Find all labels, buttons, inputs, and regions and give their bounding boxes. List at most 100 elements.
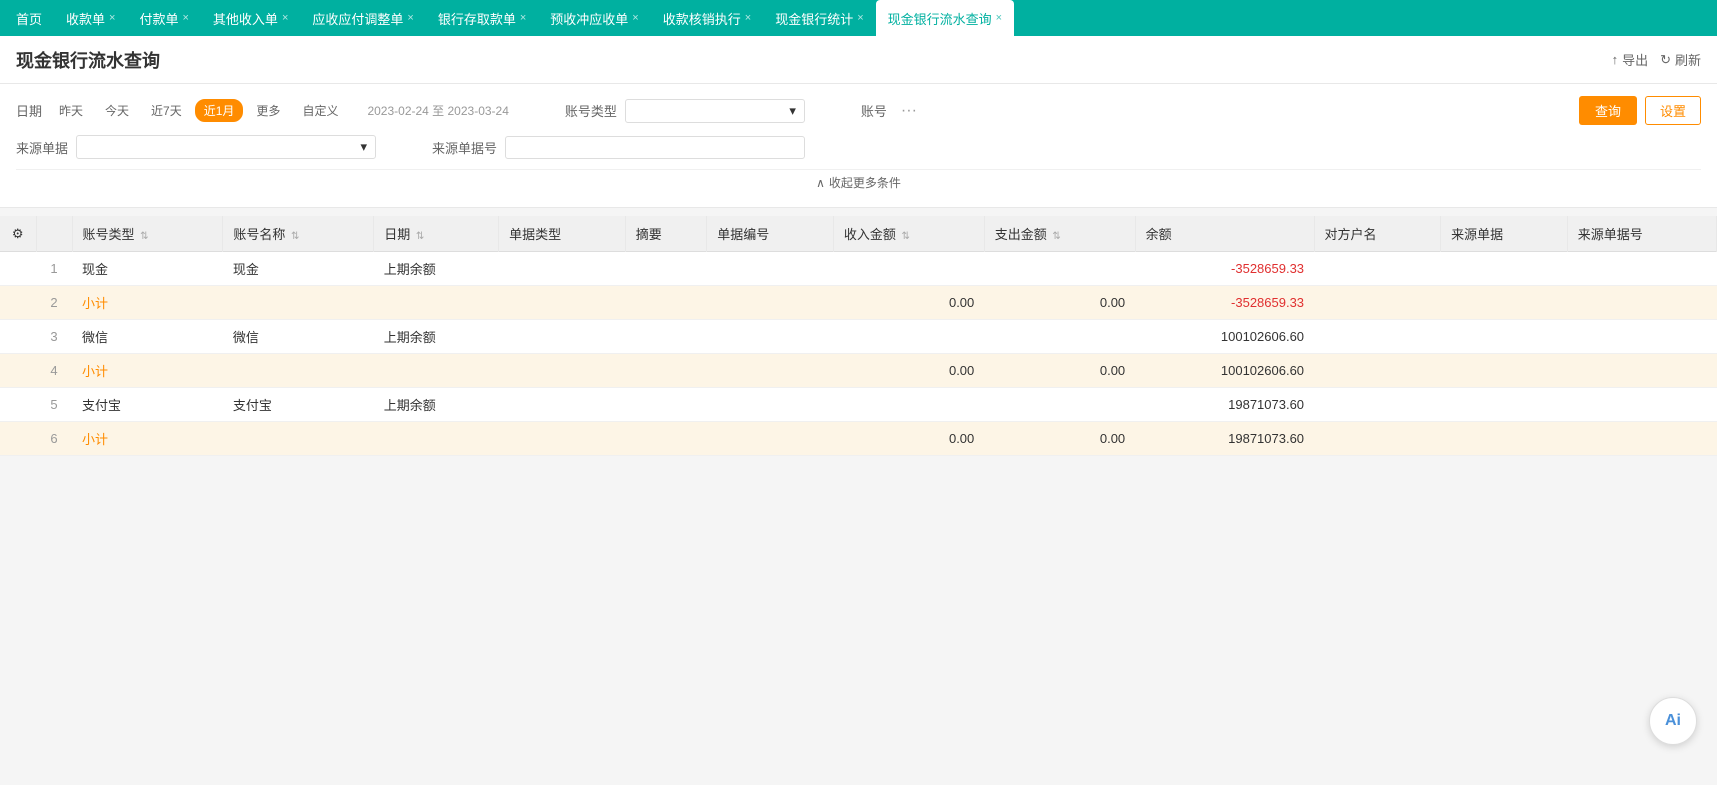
source-doc-select[interactable]: ▾	[76, 135, 376, 159]
nav-close-prepayment[interactable]: ×	[632, 12, 638, 24]
account-label: 账号	[861, 101, 887, 120]
date-btn-yesterday[interactable]: 昨天	[50, 99, 92, 122]
td-doc-type	[499, 286, 626, 320]
date-btn-7days[interactable]: 近7天	[142, 99, 191, 122]
filter-row-2: 来源单据 ▾ 来源单据号	[16, 135, 1701, 159]
nav-item-prepayment[interactable]: 预收冲应收单 ×	[538, 0, 650, 36]
td-checkbox	[0, 388, 36, 422]
td-date	[374, 354, 499, 388]
td-date: 上期余额	[374, 252, 499, 286]
nav-item-adjustment[interactable]: 应收应付调整单 ×	[300, 0, 425, 36]
export-icon: ↑	[1612, 52, 1619, 67]
td-summary	[625, 422, 707, 456]
export-button[interactable]: ↑ 导出	[1612, 50, 1649, 69]
th-doc-type: 单据类型	[499, 216, 626, 252]
nav-item-bank-deposit[interactable]: 银行存取款单 ×	[426, 0, 538, 36]
td-balance: 19871073.60	[1135, 388, 1314, 422]
td-source-doc	[1441, 286, 1568, 320]
table-row: 4 小计 0.00 0.00 100102606.60	[0, 354, 1717, 388]
table-row: 6 小计 0.00 0.00 19871073.60	[0, 422, 1717, 456]
td-account-name	[223, 286, 374, 320]
td-balance: 100102606.60	[1135, 354, 1314, 388]
td-checkbox	[0, 252, 36, 286]
ai-badge[interactable]: Ai	[1649, 697, 1697, 745]
td-doc-type	[499, 388, 626, 422]
date-btn-today[interactable]: 今天	[96, 99, 138, 122]
account-filter: 账号 ···	[861, 100, 923, 122]
td-balance: -3528659.33	[1135, 252, 1314, 286]
td-balance: 100102606.60	[1135, 320, 1314, 354]
nav-close-adjustment[interactable]: ×	[407, 12, 413, 24]
td-counterpart	[1314, 422, 1441, 456]
table-container: ⚙ 账号类型 ⇅ 账号名称 ⇅ 日期 ⇅ 单据类型 摘要 单据编号 收入金额 ⇅…	[0, 216, 1717, 456]
nav-item-home[interactable]: 首页	[4, 0, 54, 36]
source-doc-num-input[interactable]	[505, 136, 805, 159]
nav-close-bank-deposit[interactable]: ×	[520, 12, 526, 24]
td-source-doc-num	[1567, 422, 1716, 456]
nav-close-cash-stats[interactable]: ×	[857, 12, 863, 24]
date-btn-custom[interactable]: 自定义	[293, 99, 347, 122]
td-account-type: 支付宝	[72, 388, 223, 422]
td-source-doc	[1441, 354, 1568, 388]
td-counterpart	[1314, 252, 1441, 286]
collapse-up-icon: ∧	[816, 176, 825, 190]
td-date: 上期余额	[374, 320, 499, 354]
nav-item-receipt[interactable]: 收款单 ×	[54, 0, 127, 36]
td-expense	[984, 252, 1135, 286]
date-range-display: 2023-02-24 至 2023-03-24	[367, 102, 508, 119]
refresh-button[interactable]: ↻ 刷新	[1660, 50, 1701, 69]
td-summary	[625, 320, 707, 354]
td-index: 1	[36, 252, 72, 286]
nav-item-cash-flow[interactable]: 现金银行流水查询 ×	[876, 0, 1014, 36]
td-summary	[625, 354, 707, 388]
td-expense: 0.00	[984, 354, 1135, 388]
td-balance: 19871073.60	[1135, 422, 1314, 456]
nav-close-cash-flow[interactable]: ×	[996, 12, 1002, 24]
th-balance: 余额	[1135, 216, 1314, 252]
th-index	[36, 216, 72, 252]
nav-item-collection[interactable]: 收款核销执行 ×	[651, 0, 763, 36]
page-title: 现金银行流水查询	[16, 47, 160, 73]
td-account-type: 小计	[72, 286, 223, 320]
source-doc-num-filter: 来源单据号	[432, 136, 805, 159]
date-options: 昨天 今天 近7天 近1月 更多 自定义	[50, 99, 347, 122]
th-account-name[interactable]: 账号名称 ⇅	[223, 216, 374, 252]
td-source-doc	[1441, 388, 1568, 422]
date-label: 日期	[16, 101, 42, 120]
td-account-type: 微信	[72, 320, 223, 354]
nav-close-collection[interactable]: ×	[745, 12, 751, 24]
td-index: 2	[36, 286, 72, 320]
td-source-doc-num	[1567, 354, 1716, 388]
settings-button[interactable]: 设置	[1645, 96, 1701, 125]
td-expense	[984, 388, 1135, 422]
nav-close-receipt[interactable]: ×	[109, 12, 115, 24]
query-button[interactable]: 查询	[1579, 96, 1637, 125]
td-checkbox	[0, 320, 36, 354]
td-doc-type	[499, 422, 626, 456]
td-checkbox	[0, 422, 36, 456]
main-table: ⚙ 账号类型 ⇅ 账号名称 ⇅ 日期 ⇅ 单据类型 摘要 单据编号 收入金额 ⇅…	[0, 216, 1717, 456]
th-account-type[interactable]: 账号类型 ⇅	[72, 216, 223, 252]
date-btn-1month[interactable]: 近1月	[195, 99, 244, 122]
collapse-button[interactable]: ∧ 收起更多条件	[16, 169, 1701, 195]
th-gear[interactable]: ⚙	[0, 216, 36, 252]
nav-close-other-income[interactable]: ×	[282, 12, 288, 24]
td-expense: 0.00	[984, 286, 1135, 320]
td-source-doc	[1441, 422, 1568, 456]
td-counterpart	[1314, 354, 1441, 388]
th-expense[interactable]: 支出金额 ⇅	[984, 216, 1135, 252]
account-type-select[interactable]: ▾	[625, 99, 805, 123]
th-income[interactable]: 收入金额 ⇅	[833, 216, 984, 252]
td-counterpart	[1314, 286, 1441, 320]
nav-item-other-income[interactable]: 其他收入单 ×	[201, 0, 300, 36]
nav-item-payment[interactable]: 付款单 ×	[127, 0, 200, 36]
date-btn-more[interactable]: 更多	[247, 99, 289, 122]
td-account-name: 微信	[223, 320, 374, 354]
refresh-icon: ↻	[1660, 52, 1671, 68]
th-source-doc: 来源单据	[1441, 216, 1568, 252]
th-date[interactable]: 日期 ⇅	[374, 216, 499, 252]
account-dots-button[interactable]: ···	[895, 100, 923, 122]
nav-close-payment[interactable]: ×	[182, 12, 188, 24]
nav-item-cash-stats[interactable]: 现金银行统计 ×	[763, 0, 875, 36]
td-doc-type	[499, 320, 626, 354]
